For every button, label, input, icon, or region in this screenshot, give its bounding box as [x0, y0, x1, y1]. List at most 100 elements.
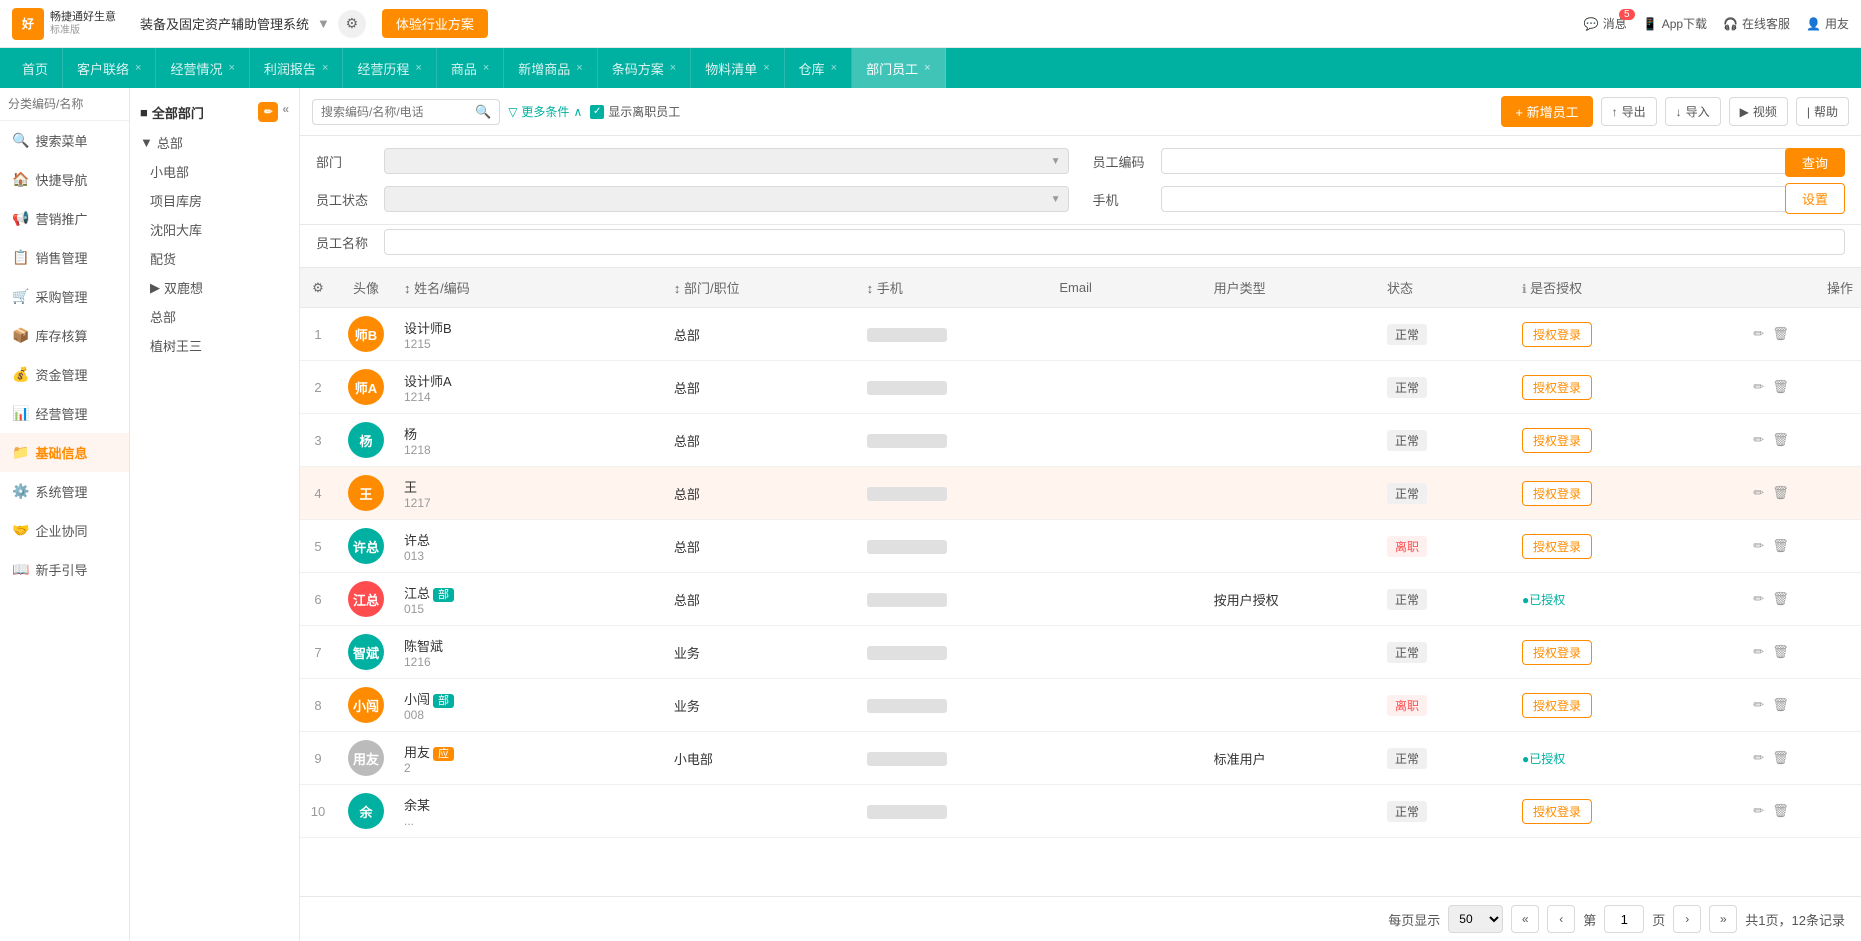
export-button[interactable]: ↑ 导出: [1601, 97, 1657, 126]
sidebar-item-quick-nav[interactable]: 🏠 快捷导航: [0, 160, 129, 199]
dept-tree-item-zhishu[interactable]: 植树王三: [130, 331, 299, 360]
col-dept[interactable]: ↕ 部门/职位: [666, 268, 859, 308]
edit-icon[interactable]: ✏: [1753, 644, 1764, 660]
online-service-action[interactable]: 🎧 在线客服: [1723, 15, 1790, 32]
sidebar-item-sales[interactable]: 📋 销售管理: [0, 238, 129, 277]
nav-tab-bom[interactable]: 物料清单 ×: [691, 48, 784, 88]
sidebar-search-input[interactable]: [8, 97, 130, 111]
emp-name-input[interactable]: [384, 229, 1845, 255]
tab-close[interactable]: ×: [135, 62, 141, 74]
delete-icon[interactable]: 🗑: [1772, 485, 1789, 501]
delete-icon[interactable]: 🗑: [1772, 432, 1789, 448]
nav-tab-operations[interactable]: 经营情况 ×: [156, 48, 249, 88]
tab-close[interactable]: ×: [483, 62, 489, 74]
last-page-btn[interactable]: »: [1709, 905, 1737, 933]
tab-close[interactable]: ×: [831, 62, 837, 74]
tab-close[interactable]: ×: [763, 62, 769, 74]
authorize-btn[interactable]: 授权登录: [1522, 322, 1592, 347]
delete-icon[interactable]: 🗑: [1772, 697, 1789, 713]
sidebar-item-search[interactable]: 🔍 搜索菜单: [0, 121, 129, 160]
resigned-checkbox[interactable]: ✓: [590, 105, 604, 119]
nav-tab-employees[interactable]: 部门员工 ×: [852, 48, 945, 88]
help-button[interactable]: | 帮助: [1796, 97, 1849, 126]
tab-close[interactable]: ×: [670, 62, 676, 74]
edit-icon[interactable]: ✏: [1753, 379, 1764, 395]
search-button[interactable]: 查询: [1785, 148, 1845, 177]
more-filter-btn[interactable]: ▽ 更多条件 ∧: [508, 103, 582, 120]
per-page-select[interactable]: 50 100 200: [1448, 905, 1503, 933]
authorize-btn[interactable]: 授权登录: [1522, 799, 1592, 824]
message-action[interactable]: 💬 消息 5: [1584, 15, 1627, 32]
edit-icon[interactable]: ✏: [1753, 326, 1764, 342]
nav-tab-goods[interactable]: 商品 ×: [437, 48, 504, 88]
delete-icon[interactable]: 🗑: [1772, 750, 1789, 766]
import-button[interactable]: ↓ 导入: [1665, 97, 1721, 126]
sidebar-item-basic-info[interactable]: 📁 基础信息: [0, 433, 129, 472]
dept-collapse-icon[interactable]: «: [282, 102, 289, 122]
delete-icon[interactable]: 🗑: [1772, 379, 1789, 395]
dept-select[interactable]: [384, 148, 1069, 174]
show-resigned-toggle[interactable]: ✓ 显示离职员工: [590, 103, 680, 120]
authorize-btn[interactable]: 授权登录: [1522, 640, 1592, 665]
dept-tree-item-small-elec[interactable]: 小电部: [130, 157, 299, 186]
dept-tree-item-shenyang[interactable]: 沈阳大库: [130, 215, 299, 244]
authorize-btn[interactable]: 授权登录: [1522, 375, 1592, 400]
search-icon[interactable]: 🔍: [475, 104, 491, 120]
sidebar-item-finance[interactable]: 💰 资金管理: [0, 355, 129, 394]
edit-icon[interactable]: ✏: [1753, 750, 1764, 766]
delete-icon[interactable]: 🗑: [1772, 644, 1789, 660]
emp-status-select[interactable]: [384, 186, 1069, 212]
tab-close[interactable]: ×: [322, 62, 328, 74]
nav-tab-new-goods[interactable]: 新增商品 ×: [504, 48, 597, 88]
dept-tree-item-general[interactable]: ▼ 总部: [130, 128, 299, 157]
system-title-dropdown[interactable]: ▼: [317, 16, 330, 31]
authorize-btn[interactable]: 授权登录: [1522, 534, 1592, 559]
prev-page-btn[interactable]: ‹: [1547, 905, 1575, 933]
col-phone[interactable]: ↕ 手机: [859, 268, 1052, 308]
nav-tab-warehouse[interactable]: 仓库 ×: [785, 48, 852, 88]
sidebar-item-system[interactable]: ⚙️ 系统管理: [0, 472, 129, 511]
sidebar-item-guide[interactable]: 📖 新手引导: [0, 550, 129, 589]
dept-tree-item-headquarters[interactable]: 总部: [130, 302, 299, 331]
col-settings[interactable]: ⚙: [300, 268, 336, 308]
dept-tree-item-project-room[interactable]: 项目库房: [130, 186, 299, 215]
delete-icon[interactable]: 🗑: [1772, 538, 1789, 554]
gear-icon[interactable]: ⚙: [338, 10, 366, 38]
first-page-btn[interactable]: «: [1511, 905, 1539, 933]
nav-tab-profit[interactable]: 利润报告 ×: [250, 48, 343, 88]
sidebar-item-purchase[interactable]: 🛒 采购管理: [0, 277, 129, 316]
sidebar-item-marketing[interactable]: 📢 营销推广: [0, 199, 129, 238]
experience-button[interactable]: 体验行业方案: [382, 9, 488, 38]
auth-info-icon[interactable]: ℹ: [1522, 282, 1527, 296]
col-name[interactable]: ↕ 姓名/编码: [396, 268, 666, 308]
app-download-action[interactable]: 📱 App下载: [1643, 15, 1707, 32]
tab-close[interactable]: ×: [415, 62, 421, 74]
tab-close[interactable]: ×: [228, 62, 234, 74]
delete-icon[interactable]: 🗑: [1772, 326, 1789, 342]
settings-button[interactable]: 设置: [1785, 183, 1845, 214]
sidebar-item-inventory[interactable]: 📦 库存核算: [0, 316, 129, 355]
edit-icon[interactable]: ✏: [1753, 432, 1764, 448]
dept-tree-item-distribution[interactable]: 配货: [130, 244, 299, 273]
nav-tab-customer[interactable]: 客户联络 ×: [63, 48, 156, 88]
authorize-btn[interactable]: 授权登录: [1522, 693, 1592, 718]
search-input[interactable]: [321, 105, 471, 119]
authorize-btn[interactable]: 授权登录: [1522, 428, 1592, 453]
edit-icon[interactable]: ✏: [1753, 485, 1764, 501]
page-input[interactable]: [1604, 905, 1644, 933]
edit-icon[interactable]: ✏: [1753, 591, 1764, 607]
video-button[interactable]: ▶ 视频: [1729, 97, 1788, 126]
user-action[interactable]: 👤 用友: [1806, 15, 1849, 32]
phone-input[interactable]: [1161, 186, 1846, 212]
tab-close[interactable]: ×: [576, 62, 582, 74]
dept-tree-item-shuanglu[interactable]: ▶ 双鹿想: [130, 273, 299, 302]
nav-tab-history[interactable]: 经营历程 ×: [343, 48, 436, 88]
delete-icon[interactable]: 🗑: [1772, 803, 1789, 819]
edit-icon[interactable]: ✏: [1753, 803, 1764, 819]
emp-code-input[interactable]: [1161, 148, 1846, 174]
next-page-btn[interactable]: ›: [1673, 905, 1701, 933]
sidebar-item-cooperation[interactable]: 🤝 企业协同: [0, 511, 129, 550]
nav-tab-barcode[interactable]: 条码方案 ×: [598, 48, 691, 88]
dept-edit-icon[interactable]: ✏: [258, 102, 278, 122]
tab-close[interactable]: ×: [924, 62, 930, 74]
